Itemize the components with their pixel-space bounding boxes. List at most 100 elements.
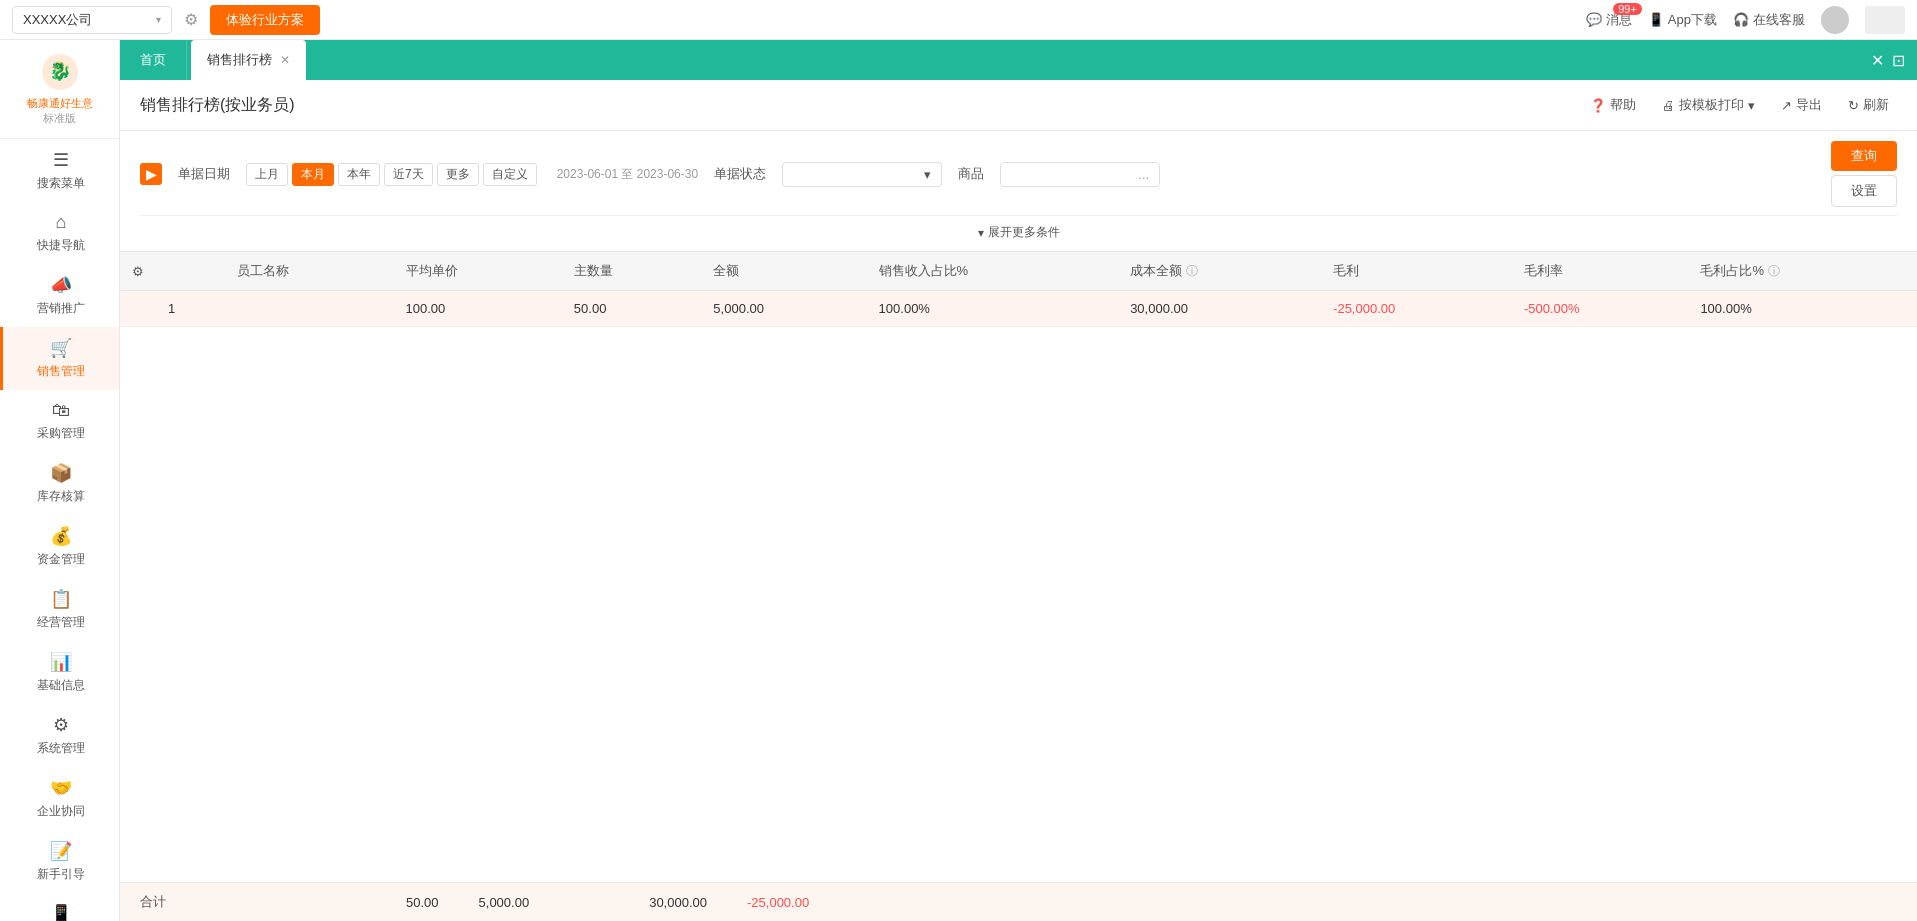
sidebar-item-app-center[interactable]: 📱 应用中心 — [0, 893, 119, 921]
th-amount: 全额 — [701, 252, 866, 291]
cell-name — [225, 291, 393, 327]
table-container: ⚙ 员工名称 平均单价 主数量 全额 销售收入占比% 成本全额 ⓘ 毛利 毛利率… — [120, 252, 1917, 882]
window-close-icon[interactable]: ✕ — [1871, 51, 1884, 70]
table-header-row: ⚙ 员工名称 平均单价 主数量 全额 销售收入占比% 成本全额 ⓘ 毛利 毛利率… — [120, 252, 1917, 291]
app-download-button[interactable]: 📱 App下载 — [1648, 11, 1717, 29]
sidebar-item-basic-info[interactable]: 📊 基础信息 — [0, 641, 119, 704]
grosspct-info-icon[interactable]: ⓘ — [1768, 264, 1780, 278]
sidebar-item-purchase[interactable]: 🛍 采购管理 — [0, 390, 119, 452]
sidebar-item-marketing[interactable]: 📣 营销推广 — [0, 264, 119, 327]
expand-more-button[interactable]: ▾ 展开更多条件 — [140, 215, 1897, 241]
sidebar-item-system[interactable]: ⚙ 系统管理 — [0, 704, 119, 767]
date-range-display: 2023-06-01 至 2023-06-30 — [557, 166, 698, 183]
th-settings[interactable]: ⚙ — [120, 252, 156, 291]
tab-close-icon[interactable]: ✕ — [280, 53, 290, 67]
company-selector[interactable]: XXXXX公司 ▾ — [12, 6, 172, 34]
online-service-button[interactable]: 🎧 在线客服 — [1733, 11, 1805, 29]
help-button[interactable]: ❓ 帮助 — [1582, 92, 1644, 118]
purchase-icon: 🛍 — [52, 400, 70, 421]
cell-gross-pct: 100.00% — [1688, 291, 1917, 327]
cell-avg-price: 100.00 — [394, 291, 562, 327]
table-footer: 合计 50.00 5,000.00 30,000.00 -25,000.00 — [120, 882, 1917, 921]
try-industry-button[interactable]: 体验行业方案 — [210, 5, 320, 35]
sidebar-item-label: 营销推广 — [37, 300, 85, 317]
cost-info-icon[interactable]: ⓘ — [1186, 264, 1198, 278]
sidebar-item-label: 销售管理 — [37, 363, 85, 380]
page-header: 销售排行榜(按业务员) ❓ 帮助 🖨 按模板打印 ▾ ↗ 导出 — [120, 80, 1917, 131]
date-label: 单据日期 — [178, 165, 230, 183]
page-content: 销售排行榜(按业务员) ❓ 帮助 🖨 按模板打印 ▾ ↗ 导出 — [120, 80, 1917, 921]
date-btn-last-month[interactable]: 上月 — [246, 163, 288, 186]
settings-button[interactable]: 设置 — [1831, 175, 1897, 207]
basic-info-icon: 📊 — [50, 651, 72, 673]
sidebar-item-label: 资金管理 — [37, 551, 85, 568]
sidebar-item-operations[interactable]: 📋 经营管理 — [0, 578, 119, 641]
logo-text: 畅康通好生意 — [27, 96, 93, 111]
goods-label: 商品 — [958, 165, 984, 183]
date-btn-current-year[interactable]: 本年 — [338, 163, 380, 186]
chevron-down-icon: ▾ — [156, 14, 161, 25]
tab-bar: 首页 销售排行榜 ✕ ✕ ⊡ — [120, 40, 1917, 80]
date-btn-more[interactable]: 更多 — [437, 163, 479, 186]
table-body: 1 100.00 50.00 5,000.00 100.00% 30,000.0… — [120, 291, 1917, 327]
sidebar-item-label: 采购管理 — [37, 425, 85, 442]
th-gross: 毛利 — [1321, 252, 1512, 291]
sidebar-item-label: 新手引导 — [37, 866, 85, 883]
avatar[interactable] — [1821, 6, 1849, 34]
sidebar-item-quick-nav[interactable]: ⌂ 快捷导航 — [0, 202, 119, 264]
filter-bar: ▶ 单据日期 上月 本月 本年 近7天 更多 自定义 2023-06-01 至 … — [120, 131, 1917, 252]
sidebar-item-label: 基础信息 — [37, 677, 85, 694]
cell-gross-rate: -500.00% — [1512, 291, 1688, 327]
cell-sales-pct: 100.00% — [867, 291, 1119, 327]
goods-input[interactable]: ... — [1000, 162, 1160, 187]
date-btn-7days[interactable]: 近7天 — [384, 163, 433, 186]
th-qty: 主数量 — [562, 252, 702, 291]
settings-icon[interactable]: ⚙ — [180, 6, 202, 33]
guide-icon: 📝 — [50, 840, 72, 862]
sidebar-item-sales[interactable]: 🛒 销售管理 — [0, 327, 119, 390]
sidebar-item-capital[interactable]: 💰 资金管理 — [0, 515, 119, 578]
date-btn-current-month[interactable]: 本月 — [292, 163, 334, 186]
print-button[interactable]: 🖨 按模板打印 ▾ — [1654, 92, 1763, 118]
sidebar-item-enterprise[interactable]: 🤝 企业协同 — [0, 767, 119, 830]
sales-icon: 🛒 — [50, 337, 72, 359]
footer-qty: 50.00 — [406, 895, 439, 910]
headset-icon: 🎧 — [1733, 12, 1749, 27]
sidebar-item-label: 系统管理 — [37, 740, 85, 757]
tab-window-actions: ✕ ⊡ — [1871, 51, 1917, 70]
page-actions: ❓ 帮助 🖨 按模板打印 ▾ ↗ 导出 ↻ 刷新 — [1582, 92, 1897, 118]
footer-amount: 5,000.00 — [479, 895, 530, 910]
message-badge: 99+ — [1613, 3, 1642, 15]
tab-sales-ranking[interactable]: 销售排行榜 ✕ — [191, 40, 306, 80]
cell-rank: 1 — [156, 291, 225, 327]
marketing-icon: 📣 — [50, 274, 72, 296]
logo-icon: 🐉 — [40, 52, 80, 92]
more-dots: ... — [1138, 167, 1149, 182]
window-maximize-icon[interactable]: ⊡ — [1892, 51, 1905, 70]
sidebar-item-search[interactable]: ☰ 搜索菜单 — [0, 139, 119, 202]
tab-home[interactable]: 首页 — [120, 40, 187, 80]
message-button[interactable]: 💬 消息 99+ — [1586, 11, 1632, 29]
cell-gross: -25,000.00 — [1321, 291, 1512, 327]
sidebar-item-label: 企业协同 — [37, 803, 85, 820]
app-center-icon: 📱 — [50, 903, 72, 921]
chevron-down-icon: ▾ — [978, 226, 984, 240]
status-select[interactable]: ▾ — [782, 162, 942, 187]
footer-label: 合计 — [140, 893, 166, 911]
print-dropdown-icon: ▾ — [1748, 98, 1755, 113]
page-title: 销售排行榜(按业务员) — [140, 95, 1582, 116]
system-icon: ⚙ — [53, 714, 69, 736]
export-button[interactable]: ↗ 导出 — [1773, 92, 1830, 118]
search-button[interactable]: 查询 — [1831, 141, 1897, 171]
date-buttons: 上月 本月 本年 近7天 更多 自定义 — [246, 163, 537, 186]
th-sales-pct: 销售收入占比% — [867, 252, 1119, 291]
th-cost: 成本全额 ⓘ — [1118, 252, 1321, 291]
sidebar-item-label: 快捷导航 — [37, 237, 85, 254]
phone-icon: 📱 — [1648, 12, 1664, 27]
refresh-button[interactable]: ↻ 刷新 — [1840, 92, 1897, 118]
sidebar-item-guide[interactable]: 📝 新手引导 — [0, 830, 119, 893]
date-btn-custom[interactable]: 自定义 — [483, 163, 537, 186]
filter-toggle-icon[interactable]: ▶ — [140, 163, 162, 185]
sidebar-item-inventory[interactable]: 📦 库存核算 — [0, 452, 119, 515]
content-area: 首页 销售排行榜 ✕ ✕ ⊡ 销售排行榜(按业务员) ❓ 帮助 — [120, 40, 1917, 921]
